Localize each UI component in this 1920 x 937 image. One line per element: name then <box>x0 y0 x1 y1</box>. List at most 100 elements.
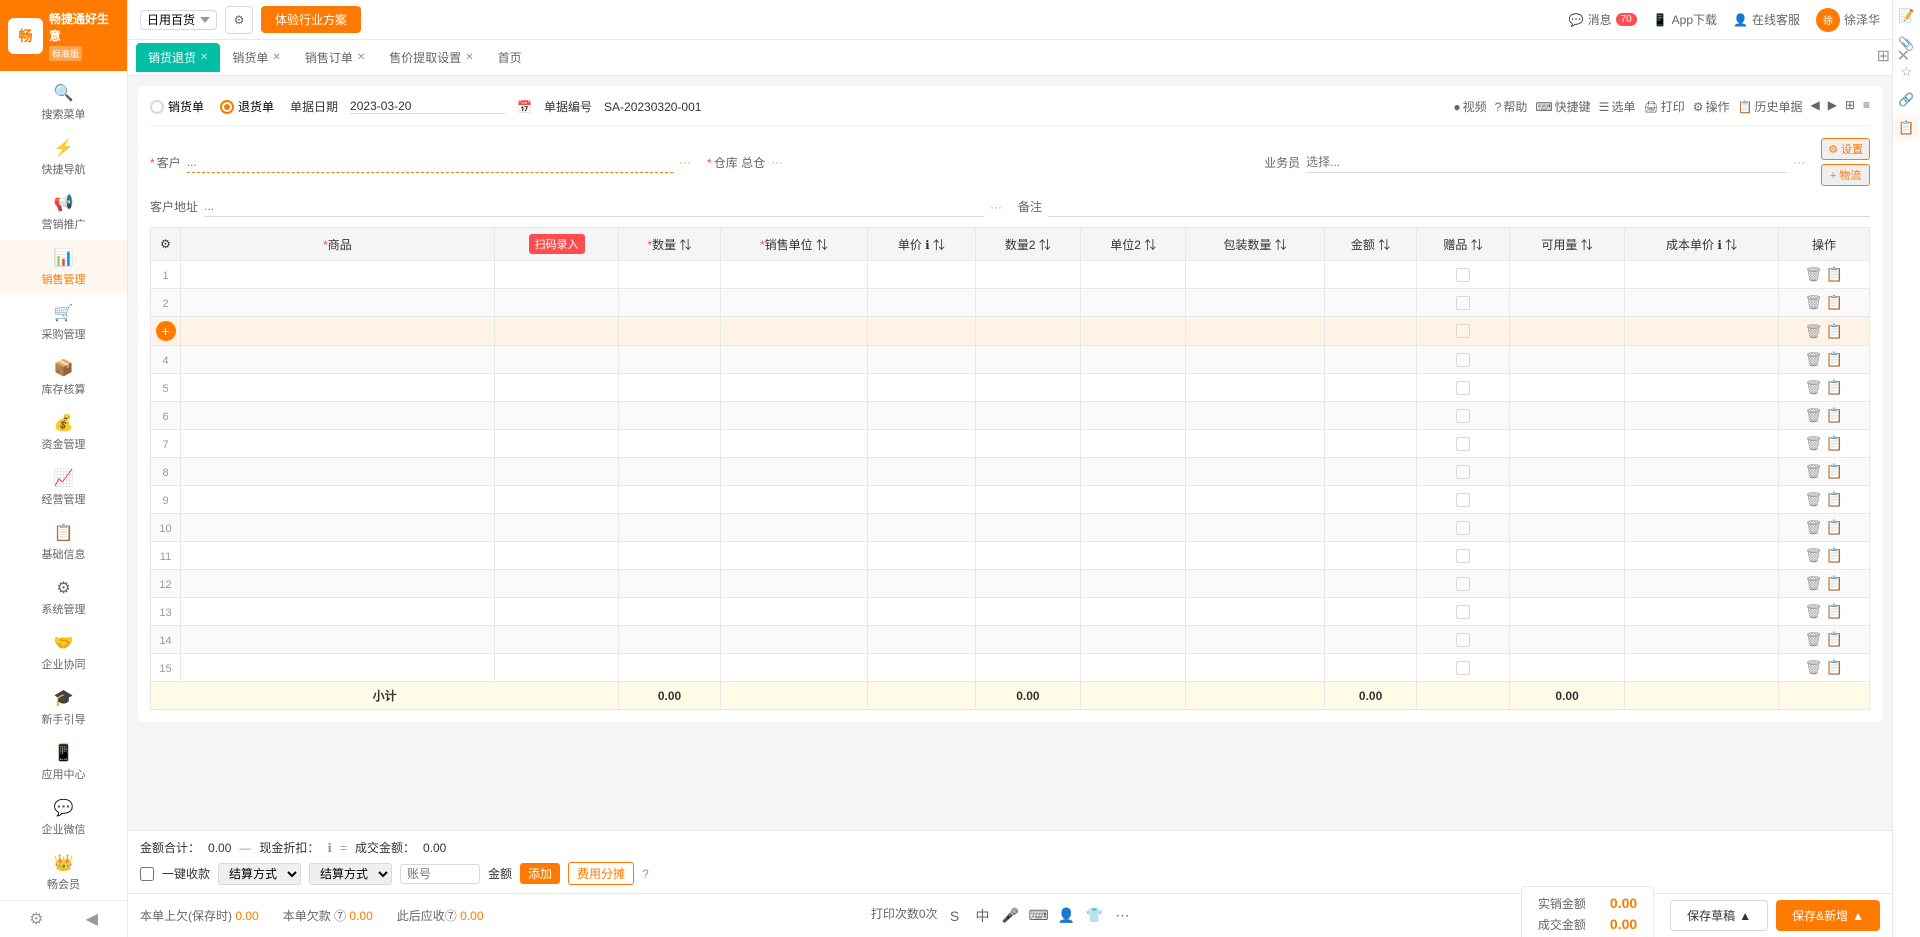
history-action[interactable]: 📋 历史单据 <box>1737 98 1802 115</box>
gift-checkbox-3[interactable] <box>1456 324 1470 338</box>
tool-link[interactable]: 🔗 <box>1895 88 1919 112</box>
discount-help-icon[interactable]: ℹ <box>327 841 332 855</box>
unit-cell-7[interactable] <box>720 430 867 458</box>
pkg-cell-14[interactable] <box>1186 626 1324 654</box>
gift-checkbox-10[interactable] <box>1456 521 1470 535</box>
qty-cell-12[interactable] <box>619 570 720 598</box>
gift-checkbox-6[interactable] <box>1456 409 1470 423</box>
qty-cell-13[interactable] <box>619 598 720 626</box>
unit-cell-15[interactable] <box>720 654 867 682</box>
qty2-cell-8[interactable] <box>975 458 1080 486</box>
delete-icon-11[interactable]: 🗑 <box>1805 547 1823 563</box>
delete-icon-7[interactable]: 🗑 <box>1805 435 1823 451</box>
product-cell-1[interactable] <box>181 261 495 289</box>
price-cell-8[interactable] <box>868 458 976 486</box>
price-cell-15[interactable] <box>868 654 976 682</box>
qty2-cell-7[interactable] <box>975 430 1080 458</box>
gift-checkbox-12[interactable] <box>1456 577 1470 591</box>
qty-cell-4[interactable] <box>619 346 720 374</box>
unit-cell-10[interactable] <box>720 514 867 542</box>
gift-cell-1[interactable] <box>1417 261 1510 289</box>
col-scan[interactable]: 扫码录入 <box>494 228 618 261</box>
product-input-3[interactable] <box>185 324 490 338</box>
sidebar-item-10[interactable]: 🤝企业协同 <box>0 625 127 680</box>
sidebar-item-12[interactable]: 📱应用中心 <box>0 735 127 790</box>
gift-checkbox-9[interactable] <box>1456 493 1470 507</box>
copy-icon-4[interactable]: 📋 <box>1826 351 1843 367</box>
copy-icon-11[interactable]: 📋 <box>1826 547 1843 563</box>
unit-cell-6[interactable] <box>720 402 867 430</box>
qty2-cell-10[interactable] <box>975 514 1080 542</box>
price-cell-13[interactable] <box>868 598 976 626</box>
pkg-cell-13[interactable] <box>1186 598 1324 626</box>
gift-cell-12[interactable] <box>1417 570 1510 598</box>
qty2-cell-13[interactable] <box>975 598 1080 626</box>
qty2-cell-14[interactable] <box>975 626 1080 654</box>
unit2-cell-2[interactable] <box>1081 289 1186 317</box>
tab-close-4[interactable]: ✕ <box>200 52 208 63</box>
copy-icon-5[interactable]: 📋 <box>1826 379 1843 395</box>
copy-icon-9[interactable]: 📋 <box>1826 491 1843 507</box>
pkg-cell-10[interactable] <box>1186 514 1324 542</box>
message-btn[interactable]: 💬 消息 70 <box>1569 11 1637 28</box>
copy-icon-7[interactable]: 📋 <box>1826 435 1843 451</box>
tab-close-2[interactable]: ✕ <box>357 52 365 63</box>
next-icon[interactable]: ▶ <box>1828 98 1837 115</box>
print-action[interactable]: 🖨 打印 <box>1643 98 1684 115</box>
list-view-icon[interactable]: ⊞ <box>1845 98 1855 115</box>
product-cell-10[interactable] <box>181 514 495 542</box>
gift-cell-4[interactable] <box>1417 346 1510 374</box>
delete-icon-13[interactable]: 🗑 <box>1805 603 1823 619</box>
qty2-cell-3[interactable] <box>975 317 1080 346</box>
product-cell-8[interactable] <box>181 458 495 486</box>
price-cell-3[interactable] <box>868 317 976 346</box>
video-action[interactable]: ● 视频 <box>1453 98 1486 115</box>
product-cell-4[interactable] <box>181 346 495 374</box>
gift-cell-3[interactable] <box>1417 317 1510 346</box>
unit-cell-9[interactable] <box>720 486 867 514</box>
pkg-cell-8[interactable] <box>1186 458 1324 486</box>
address-more-icon[interactable]: ··· <box>990 200 1002 214</box>
pkg-cell-3[interactable] <box>1186 317 1324 346</box>
sidebar-item-2[interactable]: 📢营销推广 <box>0 185 127 240</box>
sidebar-item-13[interactable]: 💬企业微信 <box>0 790 127 845</box>
unit2-cell-5[interactable] <box>1081 374 1186 402</box>
unit-cell-8[interactable] <box>720 458 867 486</box>
gift-cell-8[interactable] <box>1417 458 1510 486</box>
price-cell-12[interactable] <box>868 570 976 598</box>
amount-cell-5[interactable] <box>1324 374 1417 402</box>
mic-icon[interactable]: 🎤 <box>1000 905 1022 927</box>
category-select[interactable]: 日用百货 <box>140 10 217 30</box>
price-cell-10[interactable] <box>868 514 976 542</box>
product-cell-6[interactable] <box>181 402 495 430</box>
delete-icon-6[interactable]: 🗑 <box>1805 407 1823 423</box>
amount-cell-11[interactable] <box>1324 542 1417 570</box>
unit2-cell-10[interactable] <box>1081 514 1186 542</box>
unit2-cell-6[interactable] <box>1081 402 1186 430</box>
amount-cell-15[interactable] <box>1324 654 1417 682</box>
save-draft-btn[interactable]: 保存草稿 ▲ <box>1670 900 1768 931</box>
prev-icon[interactable]: ◀ <box>1810 98 1819 115</box>
col-gear[interactable]: ⚙ <box>151 228 181 261</box>
sidebar-item-0[interactable]: 🔍搜索菜单 <box>0 75 127 130</box>
delete-icon-14[interactable]: 🗑 <box>1805 631 1823 647</box>
customer-more-icon[interactable]: ··· <box>679 155 691 169</box>
gift-cell-15[interactable] <box>1417 654 1510 682</box>
add-logistics-btn[interactable]: + 物流 <box>1821 164 1870 186</box>
price-cell-5[interactable] <box>868 374 976 402</box>
qty2-cell-15[interactable] <box>975 654 1080 682</box>
copy-icon-8[interactable]: 📋 <box>1826 463 1843 479</box>
account-input[interactable] <box>400 864 480 884</box>
tab-2[interactable]: 销售订单✕ <box>293 43 377 72</box>
tab-0[interactable]: 首页 <box>486 43 534 72</box>
qty2-cell-9[interactable] <box>975 486 1080 514</box>
copy-icon-10[interactable]: 📋 <box>1826 519 1843 535</box>
amount-cell-9[interactable] <box>1324 486 1417 514</box>
qty-cell-15[interactable] <box>619 654 720 682</box>
gift-checkbox-11[interactable] <box>1456 549 1470 563</box>
qty-cell-5[interactable] <box>619 374 720 402</box>
delete-icon-8[interactable]: 🗑 <box>1805 463 1823 479</box>
maximize-icon[interactable]: ⊞ <box>1877 46 1890 66</box>
pkg-cell-6[interactable] <box>1186 402 1324 430</box>
qty2-cell-12[interactable] <box>975 570 1080 598</box>
